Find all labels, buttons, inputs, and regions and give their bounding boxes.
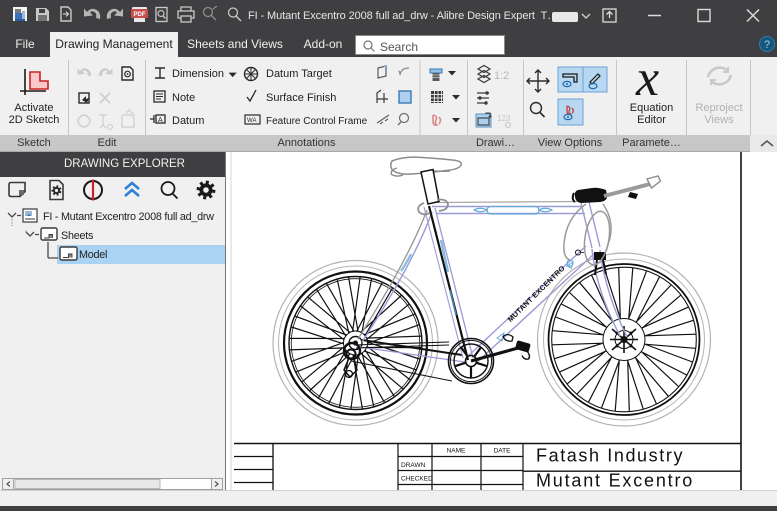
svg-text:Surface Finish: Surface Finish [266,92,336,104]
svg-text:Note: Note [172,92,195,104]
svg-text:CHECKED: CHECKED [401,476,433,483]
svg-text:A: A [158,117,163,124]
svg-text:1:2: 1:2 [494,70,509,82]
svg-text:123: 123 [497,114,511,123]
svg-text:Dimension: Dimension [172,68,224,80]
svg-text:Datum: Datum [172,115,204,127]
svg-text:Feature Control Frame: Feature Control Frame [266,116,368,127]
svg-text:NAME: NAME [447,448,466,455]
svg-text:DRAWN: DRAWN [401,462,426,469]
svg-text:DATE: DATE [494,448,512,455]
svg-text:Datum Target: Datum Target [266,68,332,80]
svg-text:PDF: PDF [134,12,146,18]
svg-text:WA: WA [247,118,256,124]
svg-text:x: x [635,57,659,107]
svg-text:Mutant Excentro: Mutant Excentro [536,470,694,490]
svg-text:Fatash Industry: Fatash Industry [536,445,684,465]
svg-text:?: ? [764,39,770,51]
